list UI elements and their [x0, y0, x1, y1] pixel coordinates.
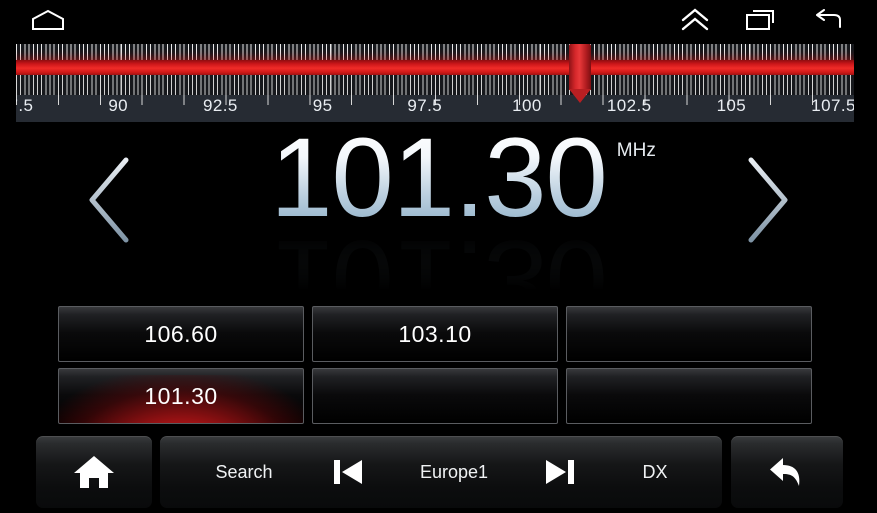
- status-chevron-up-icon[interactable]: [668, 0, 722, 40]
- radio-controls-panel: Search Europe1 DX: [160, 436, 722, 508]
- needle-body: [569, 44, 592, 90]
- frequency-center: 101.30 101.30 MHz: [0, 115, 877, 343]
- preset-button[interactable]: [566, 306, 812, 362]
- tuning-needle[interactable]: [569, 44, 592, 106]
- frequency-display: 101.30 101.30 MHz: [0, 115, 877, 343]
- skip-previous-icon: [334, 460, 362, 484]
- frequency-unit: MHz: [616, 140, 656, 161]
- search-label: Search: [215, 461, 273, 482]
- tuning-scale[interactable]: 87.5 90 92.5 95 97.5 100 102.5 105 107.5: [16, 44, 854, 122]
- scale-label: 95: [312, 96, 333, 115]
- skip-next-icon: [546, 460, 574, 484]
- preset-button[interactable]: 103.10: [312, 306, 558, 362]
- status-bar: [0, 0, 877, 40]
- scale-label: 92.5: [203, 96, 238, 115]
- preset-button[interactable]: [312, 368, 558, 424]
- home-button[interactable]: [36, 436, 152, 508]
- scale-label: 90: [108, 96, 129, 115]
- status-back-icon[interactable]: [800, 0, 856, 40]
- preset-label: 106.60: [144, 320, 218, 347]
- scale-label: 107.5: [811, 96, 854, 115]
- scale-label: 105: [716, 96, 747, 115]
- back-button[interactable]: [731, 436, 843, 508]
- preset-label: 103.10: [398, 320, 472, 347]
- scale-label: 100: [512, 96, 542, 115]
- preset-button[interactable]: 101.30: [58, 368, 304, 424]
- status-recents-icon[interactable]: [732, 0, 788, 40]
- scale-label: 97.5: [407, 96, 443, 115]
- preset-button[interactable]: [566, 368, 812, 424]
- status-home-icon[interactable]: [22, 0, 74, 40]
- bottom-toolbar: Search Europe1 DX: [0, 432, 877, 513]
- skip-next-button[interactable]: [526, 436, 596, 508]
- preset-grid: 106.60 103.10 101.30: [58, 306, 818, 424]
- scale-label: 102.5: [606, 96, 652, 115]
- frequency-value: 101.30: [270, 115, 608, 240]
- return-arrow-icon: [770, 458, 800, 486]
- needle-tip: [569, 89, 592, 103]
- dx-label: DX: [642, 461, 668, 482]
- skip-previous-button[interactable]: [312, 436, 382, 508]
- band-label: Europe1: [419, 461, 489, 482]
- fm-radio-screen: 87.5 90 92.5 95 97.5 100 102.5 105 107.5: [0, 0, 877, 513]
- home-filled-icon: [74, 456, 114, 488]
- preset-label: 101.30: [144, 382, 218, 409]
- scale-label: 87.5: [16, 96, 34, 115]
- search-button[interactable]: Search: [174, 436, 314, 508]
- band-button[interactable]: Europe1: [384, 436, 524, 508]
- preset-button[interactable]: 106.60: [58, 306, 304, 362]
- dx-button[interactable]: DX: [600, 436, 710, 508]
